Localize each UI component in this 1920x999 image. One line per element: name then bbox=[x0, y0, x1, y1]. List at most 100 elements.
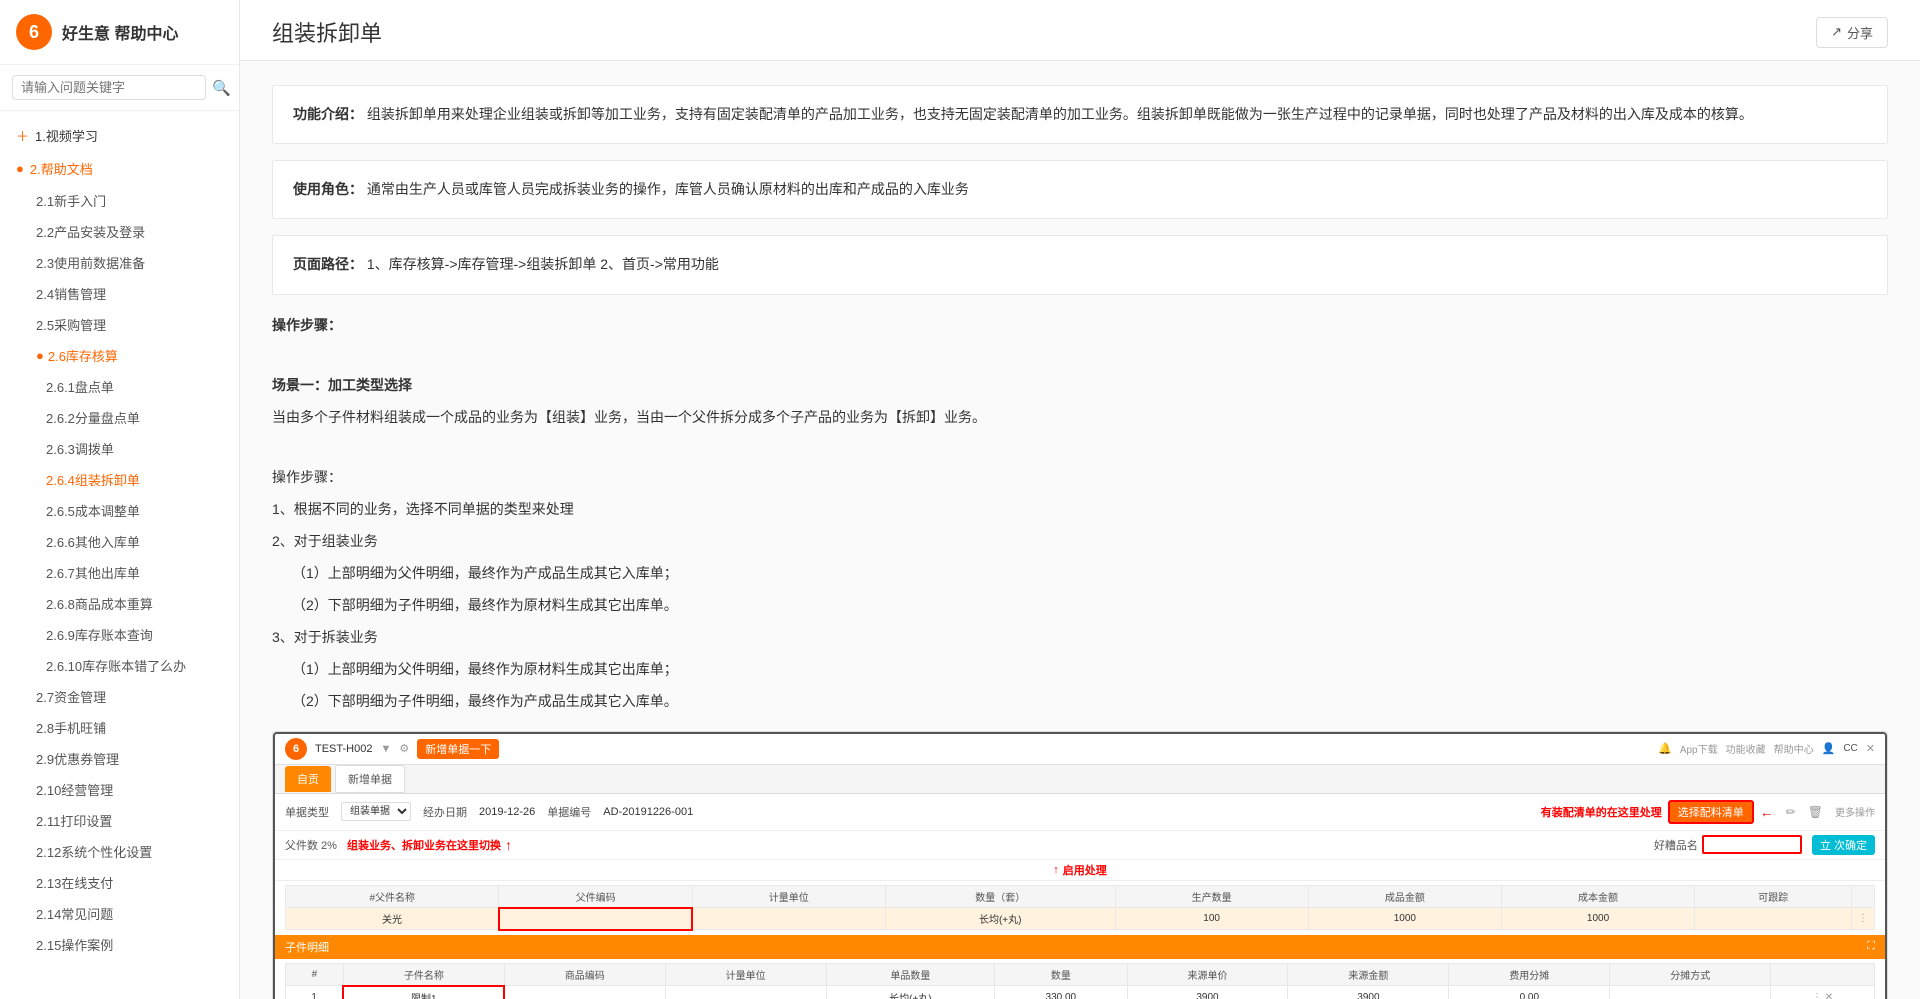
user-text: CC bbox=[1843, 743, 1857, 754]
sidebar-item-mobile[interactable]: 2.8手机旺铺 bbox=[20, 712, 239, 743]
sidebar-item-ledger-query[interactable]: 2.6.9库存账本查询 bbox=[30, 619, 239, 650]
parent-table: #父件名称 父件编码 计量单位 数量（套） 生产数量 成品金额 成本金额 可跟踪 bbox=[285, 885, 1875, 931]
sidebar-item-label: 1.视频学习 bbox=[35, 126, 98, 145]
enable-annotation: ↑ 启用处理 bbox=[1053, 862, 1107, 878]
col-actions bbox=[1852, 885, 1875, 908]
main-area: 组装拆卸单 ↗ 分享 功能介绍： 组装拆卸单用来处理企业组装或拆卸等加工业务，支… bbox=[240, 0, 1920, 999]
minus-circle-icon: ● bbox=[36, 348, 44, 363]
sidebar-item-cases[interactable]: 2.15操作案例 bbox=[20, 929, 239, 960]
sidebar-item-video[interactable]: ＋ 1.视频学习 bbox=[0, 119, 239, 152]
search-input[interactable] bbox=[12, 75, 206, 100]
no-label: 单据编号 bbox=[547, 804, 591, 820]
select-bom-btn[interactable]: 选择配料清单 bbox=[1668, 800, 1754, 824]
goods-select-label: 好糟品名 bbox=[1654, 837, 1698, 853]
sidebar-item-help-docs[interactable]: ● 2.帮助文档 bbox=[0, 152, 239, 185]
confirm-btn[interactable]: 立 次确定 bbox=[1812, 835, 1875, 855]
col-parent-qty2: 生产数量 bbox=[1115, 885, 1308, 908]
sidebar-item-stocktake[interactable]: 2.6.1盘点单 bbox=[30, 371, 239, 402]
intro-text: 组装拆卸单用来处理企业组装或拆卸等加工业务，支持有固定装配清单的产品加工业务，也… bbox=[367, 106, 1753, 122]
share-icon: ↗ bbox=[1831, 24, 1842, 40]
col-cost-split: 费用分摊 bbox=[1449, 963, 1610, 986]
step-3a: （1）上部明细为父件明细，最终作为原材料生成其它出库单； bbox=[272, 655, 1888, 683]
annotation2-arrow: ↑ bbox=[505, 837, 512, 853]
step-2a: （1）上部明细为父件明细，最终作为产成品生成其它入库单； bbox=[272, 559, 1888, 587]
sidebar-nav: ＋ 1.视频学习 ● 2.帮助文档 2.1新手入门 2.2产品安装及登录 2.3… bbox=[0, 111, 239, 999]
app-id: TEST-H002 bbox=[315, 743, 372, 755]
sidebar-item-finance[interactable]: 2.7资金管理 bbox=[20, 681, 239, 712]
nav-group-2: ● 2.帮助文档 2.1新手入门 2.2产品安装及登录 2.3使用前数据准备 2… bbox=[0, 152, 239, 960]
app-screenshot: 6 TEST-H002 ▼ ⚙ 新增单据一下 🔔 App下载 功能收藏 帮助中心… bbox=[273, 732, 1887, 999]
more-btn[interactable]: 更多操作 bbox=[1835, 804, 1875, 819]
sidebar-item-cost-adjust[interactable]: 2.6.5成本调整单 bbox=[30, 495, 239, 526]
parent-name: 关光 bbox=[286, 908, 499, 930]
col-src-amt: 来源金额 bbox=[1288, 963, 1449, 986]
intro-label: 功能介绍： bbox=[293, 106, 363, 122]
col-child-code: 商品编码 bbox=[504, 963, 665, 986]
page-title: 组装拆卸单 bbox=[272, 16, 382, 48]
close-icon[interactable]: ✕ bbox=[1866, 742, 1875, 755]
arrow-icon: ← bbox=[1760, 804, 1774, 820]
step-2b: （2）下部明细为子件明细，最终作为原材料生成其它出库单。 bbox=[272, 591, 1888, 619]
step-3: 3、对于拆装业务 bbox=[272, 623, 1888, 651]
sidebar-item-other-out[interactable]: 2.6.7其他出库单 bbox=[30, 557, 239, 588]
step-2: 2、对于组装业务 bbox=[272, 527, 1888, 555]
annotation1-area: 有装配清单的在这里处理 选择配料清单 ← bbox=[1541, 800, 1774, 824]
sidebar-item-data-prep[interactable]: 2.3使用前数据准备 bbox=[20, 247, 239, 278]
role-block: 使用角色： 通常由生产人员或库管人员完成拆装业务的操作，库管人员确认原材料的出库… bbox=[272, 160, 1888, 219]
sidebar-header: 6 好生意 帮助中心 bbox=[0, 0, 239, 65]
main-content: 功能介绍： 组装拆卸单用来处理企业组装或拆卸等加工业务，支持有固定装配清单的产品… bbox=[240, 61, 1920, 999]
child-table: # 子件名称 商品编码 计量单位 单品数量 数量 来源单价 来源金额 费用分摊 … bbox=[285, 963, 1875, 999]
col-no: # bbox=[286, 963, 344, 986]
goods-input[interactable] bbox=[1702, 835, 1802, 854]
sidebar-item-newbie[interactable]: 2.1新手入门 bbox=[20, 185, 239, 216]
search-bar[interactable]: 🔍 bbox=[0, 65, 239, 111]
annotation1-label: 有装配清单的在这里处理 bbox=[1541, 804, 1662, 820]
delete-icon: 🗑 bbox=[1808, 805, 1823, 819]
sidebar-item-other-in[interactable]: 2.6.6其他入库单 bbox=[30, 526, 239, 557]
sidebar-item-print[interactable]: 2.11打印设置 bbox=[20, 805, 239, 836]
bell-icon: 🔔 bbox=[1658, 742, 1672, 755]
app-tab-new[interactable]: 新增单据 bbox=[335, 765, 405, 793]
nav-sub-2: 2.1新手入门 2.2产品安装及登录 2.3使用前数据准备 2.4销售管理 2.… bbox=[0, 185, 239, 960]
sidebar-item-sales[interactable]: 2.4销售管理 bbox=[20, 278, 239, 309]
share-button[interactable]: ↗ 分享 bbox=[1816, 17, 1888, 48]
parent-qty1: 长均(+丸) bbox=[885, 908, 1115, 930]
sidebar-item-stock[interactable]: ● 2.6库存核算 bbox=[20, 340, 239, 371]
annotation2-label: 组装业务、拆卸业务在这里切换 bbox=[347, 837, 501, 853]
sidebar-item-personalize[interactable]: 2.12系统个性化设置 bbox=[20, 836, 239, 867]
child-section-header: 子件明细 ⛶ bbox=[275, 935, 1885, 959]
sidebar-item-purchase[interactable]: 2.5采购管理 bbox=[20, 309, 239, 340]
step-s1: 操作步骤： bbox=[272, 463, 1888, 491]
sidebar-item-partial-stocktake[interactable]: 2.6.2分量盘点单 bbox=[30, 402, 239, 433]
parent-amt2: 1000 bbox=[1501, 908, 1694, 930]
sidebar-item-coupon[interactable]: 2.9优惠券管理 bbox=[20, 743, 239, 774]
col-parent-unit: 计量单位 bbox=[692, 885, 885, 908]
expand-icon[interactable]: ⛶ bbox=[1867, 940, 1875, 953]
row-actions: ⋮ bbox=[1852, 908, 1875, 930]
col-parent-amt2: 成本金额 bbox=[1501, 885, 1694, 908]
sidebar-item-ledger-fix[interactable]: 2.6.10库存账本错了么办 bbox=[30, 650, 239, 681]
sidebar: 6 好生意 帮助中心 🔍 ＋ 1.视频学习 ● 2.帮助文档 2.1新手入门 2… bbox=[0, 0, 240, 999]
col-src-price: 来源单价 bbox=[1127, 963, 1288, 986]
sidebar-item-payment[interactable]: 2.13在线支付 bbox=[20, 867, 239, 898]
app-topbar: 6 TEST-H002 ▼ ⚙ 新增单据一下 🔔 App下载 功能收藏 帮助中心… bbox=[275, 734, 1885, 765]
sidebar-item-cost-recalc[interactable]: 2.6.8商品成本重算 bbox=[30, 588, 239, 619]
sidebar-item-assembly[interactable]: 2.6.4组装拆卸单 bbox=[30, 464, 239, 495]
sidebar-item-ops[interactable]: 2.10经营管理 bbox=[20, 774, 239, 805]
sidebar-item-transfer[interactable]: 2.6.3调拨单 bbox=[30, 433, 239, 464]
steps-label: 操作步骤： bbox=[272, 317, 342, 333]
app-logo: 6 bbox=[285, 738, 307, 760]
main-header: 组装拆卸单 ↗ 分享 bbox=[240, 0, 1920, 61]
nav-group-1: ＋ 1.视频学习 bbox=[0, 119, 239, 152]
form-type-label: 单据类型 bbox=[285, 804, 329, 820]
sidebar-item-install[interactable]: 2.2产品安装及登录 bbox=[20, 216, 239, 247]
form-type-select[interactable]: 组装单据 拆卸单据 bbox=[341, 802, 411, 821]
sidebar-item-faq[interactable]: 2.14常见问题 bbox=[20, 898, 239, 929]
search-icon[interactable]: 🔍 bbox=[212, 79, 231, 97]
app-tab-active[interactable]: 自贡 bbox=[285, 766, 331, 792]
role-text: 通常由生产人员或库管人员完成拆装业务的操作，库管人员确认原材料的出库和产成品的入… bbox=[367, 181, 969, 197]
form-header: 单据类型 组装单据 拆卸单据 经办日期 2019-12-26 单据编号 AD-2… bbox=[275, 794, 1885, 831]
scene1-label: 场景一：加工类型选择 bbox=[272, 377, 412, 393]
child-table-section: # 子件名称 商品编码 计量单位 单品数量 数量 来源单价 来源金额 费用分摊 … bbox=[275, 959, 1885, 999]
new-record-btn[interactable]: 新增单据一下 bbox=[417, 739, 499, 759]
